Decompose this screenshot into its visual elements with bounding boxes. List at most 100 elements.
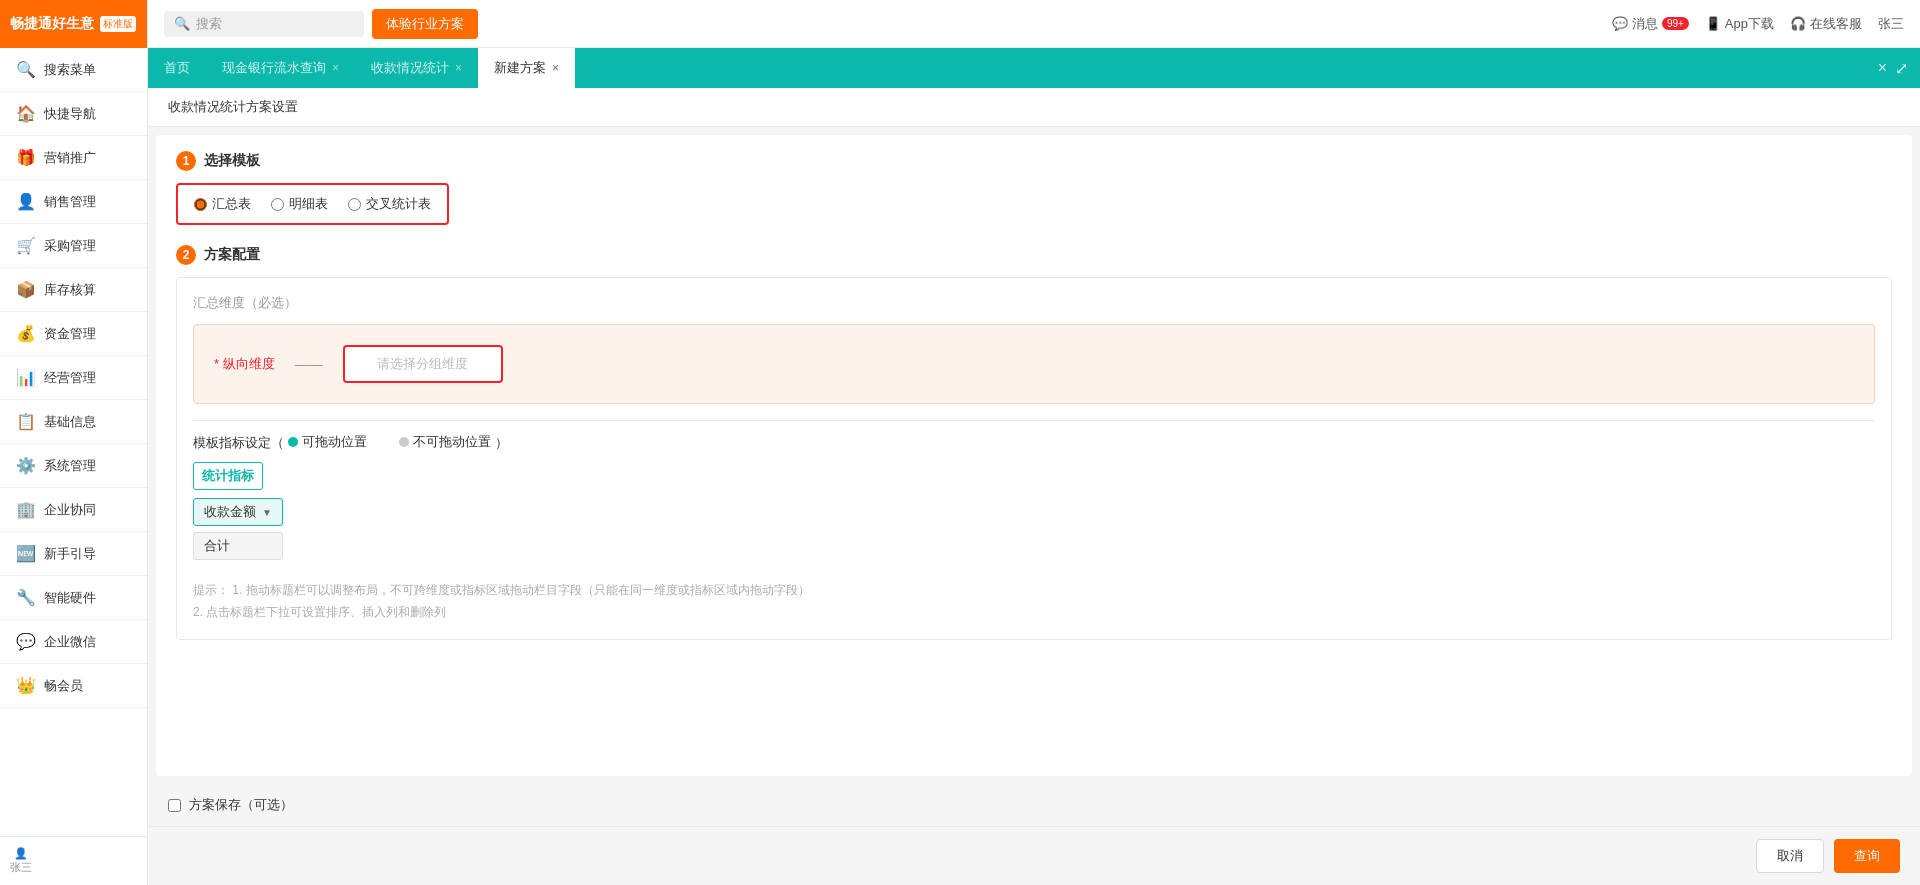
radio-cross-input[interactable]	[348, 198, 361, 211]
vertical-dim-label: * 纵向维度	[214, 355, 275, 373]
sidebar-item-quick-nav[interactable]: 🏠快捷导航	[0, 92, 147, 136]
logo-badge: 标准版	[100, 16, 136, 32]
step1-section: 1 选择模板 汇总表 明细表 交叉统计表	[176, 151, 1892, 225]
sales-icon: 👤	[16, 192, 36, 211]
tabs-bar: 首页现金银行流水查询×收款情况统计×新建方案× × ⤢	[148, 48, 1920, 88]
basic-info-icon: 📋	[16, 412, 36, 431]
radio-detail-input[interactable]	[271, 198, 284, 211]
no-drag-badge: 不可拖动位置	[399, 433, 491, 451]
sidebar-item-label-sales: 销售管理	[44, 193, 96, 211]
query-button[interactable]: 查询	[1834, 839, 1900, 873]
download-item[interactable]: 📱 App下载	[1705, 15, 1774, 33]
sidebar-logo: 畅捷通好生意 标准版	[0, 0, 147, 48]
sidebar-item-hardware[interactable]: 🔧智能硬件	[0, 576, 147, 620]
tab-receipt-stats[interactable]: 收款情况统计 ×	[355, 48, 478, 88]
tab-close-receipt-stats[interactable]: ×	[455, 61, 462, 75]
sidebar-item-label-finance: 资金管理	[44, 325, 96, 343]
sidebar: 畅捷通好生意 标准版 🔍 搜索菜单 🏠快捷导航🎁营销推广 👤 销售管理 🛒 采购管理 📦库存核…	[0, 0, 148, 885]
tab-bank-flow[interactable]: 现金银行流水查询×	[206, 48, 355, 88]
divider	[193, 420, 1875, 421]
hardware-icon: 🔧	[16, 588, 36, 607]
sidebar-item-marketing[interactable]: 🎁营销推广	[0, 136, 147, 180]
indicators-config-text: 模板指标设定（ 可拖动位置 不可拖动位置 ）	[193, 433, 508, 452]
logo-text: 畅捷通好生意	[10, 15, 94, 33]
page-header: 收款情况统计方案设置	[148, 88, 1920, 127]
radio-summary-input[interactable]	[194, 198, 207, 211]
message-item[interactable]: 💬 消息 99+	[1612, 15, 1689, 33]
service-icon: 🎧	[1790, 16, 1806, 31]
sidebar-item-basic-info[interactable]: 📋基础信息	[0, 400, 147, 444]
sidebar-item-operation[interactable]: 📊经营管理	[0, 356, 147, 400]
indicator-subtag-total: 合计	[193, 532, 283, 560]
service-item[interactable]: 🎧 在线客服	[1790, 15, 1862, 33]
sidebar-item-sales[interactable]: 👤 销售管理	[0, 180, 147, 224]
tab-close-new-plan[interactable]: ×	[552, 61, 559, 75]
sidebar-item-enterprise[interactable]: 🏢企业协同	[0, 488, 147, 532]
indicator-tag-amount[interactable]: 收款金额 ▼	[193, 498, 283, 526]
wechat-icon: 💬	[16, 632, 36, 651]
radio-detail[interactable]: 明细表	[271, 195, 328, 213]
radio-cross[interactable]: 交叉统计表	[348, 195, 431, 213]
message-badge: 99+	[1662, 17, 1689, 30]
sidebar-item-label-quick-nav: 快捷导航	[44, 105, 96, 123]
dim-select-box[interactable]: 请选择分组维度	[343, 345, 503, 383]
draggable-badge: 可拖动位置	[288, 433, 367, 451]
sidebar-item-search-menu[interactable]: 🔍 搜索菜单	[0, 48, 147, 92]
search-menu-icon: 🔍	[16, 60, 36, 79]
user-name-item[interactable]: 张三	[1878, 15, 1904, 33]
search-bar[interactable]: 🔍 搜索	[164, 11, 364, 37]
radio-summary[interactable]: 汇总表	[194, 195, 251, 213]
drag-dot	[288, 437, 298, 447]
sidebar-item-guide[interactable]: 🆕 新手引导	[0, 532, 147, 576]
sidebar-item-label-guide: 新手引导	[44, 545, 96, 563]
tab-home[interactable]: 首页	[148, 48, 206, 88]
summary-dim-label: 汇总维度（必选）	[193, 294, 1875, 312]
content-area: 收款情况统计方案设置 1 选择模板 汇总表 明细表	[148, 88, 1920, 885]
sidebar-item-finance[interactable]: 💰 资金管理	[0, 312, 147, 356]
config-section: 汇总维度（必选） * 纵向维度 —— 请选择分组维度 模板指标设定（	[176, 277, 1892, 640]
main-area: 🔍 搜索 体验行业方案 💬 消息 99+ 📱 App下载 🎧 在线客服 张三	[148, 0, 1920, 885]
sidebar-item-wechat[interactable]: 💬 企业微信	[0, 620, 147, 664]
guide-icon: 🆕	[16, 544, 36, 563]
stats-indicators-block: 统计指标 收款金额 ▼ 合计	[193, 462, 283, 560]
inventory-icon: 📦	[16, 280, 36, 299]
sidebar-item-label-search-menu: 搜索菜单	[44, 61, 96, 79]
indicator-tag-label: 收款金额	[204, 503, 256, 521]
trial-button[interactable]: 体验行业方案	[372, 9, 478, 39]
step1-title: 选择模板	[204, 152, 260, 170]
footer-buttons: 取消 查询	[148, 826, 1920, 885]
sidebar-item-member[interactable]: 👑畅会员	[0, 664, 147, 708]
system-icon: ⚙️	[16, 456, 36, 475]
operation-icon: 📊	[16, 368, 36, 387]
step2-number: 2	[176, 245, 196, 265]
indicator-tags: 收款金额 ▼ 合计	[193, 498, 283, 560]
save-checkbox[interactable]	[168, 799, 181, 812]
sidebar-item-label-purchase: 采购管理	[44, 237, 96, 255]
no-drag-dot	[399, 437, 409, 447]
sidebar-item-inventory[interactable]: 📦库存核算	[0, 268, 147, 312]
sidebar-item-label-marketing: 营销推广	[44, 149, 96, 167]
cancel-button[interactable]: 取消	[1756, 839, 1824, 873]
finance-icon: 💰	[16, 324, 36, 343]
sidebar-item-purchase[interactable]: 🛒 采购管理	[0, 224, 147, 268]
user-name: 张三	[1878, 15, 1904, 33]
tip-1: 提示： 1. 拖动标题栏可以调整布局，不可跨维度或指标区域拖动栏目字段（只能在同…	[193, 580, 1875, 602]
sidebar-item-label-wechat: 企业微信	[44, 633, 96, 651]
purchase-icon: 🛒	[16, 236, 36, 255]
tab-new-plan[interactable]: 新建方案×	[478, 48, 575, 88]
indicators-grid: 统计指标 收款金额 ▼ 合计	[193, 462, 1875, 560]
search-icon: 🔍	[174, 16, 190, 31]
sidebar-bottom-user[interactable]: 👤 张三	[10, 847, 32, 875]
window-close-btn[interactable]: ×	[1878, 59, 1887, 77]
sidebar-item-label-member: 畅会员	[44, 677, 83, 695]
step1-number: 1	[176, 151, 196, 171]
tab-close-bank-flow[interactable]: ×	[332, 61, 339, 75]
message-label: 消息	[1632, 15, 1658, 33]
sidebar-item-system[interactable]: ⚙️系统管理	[0, 444, 147, 488]
window-expand-btn[interactable]: ⤢	[1895, 59, 1908, 78]
header-right: 💬 消息 99+ 📱 App下载 🎧 在线客服 张三	[1612, 15, 1904, 33]
radio-cross-label: 交叉统计表	[366, 195, 431, 213]
tab-label-receipt-stats: 收款情况统计	[371, 59, 449, 77]
header-left: 🔍 搜索 体验行业方案	[164, 9, 478, 39]
tips-section: 提示： 1. 拖动标题栏可以调整布局，不可跨维度或指标区域拖动栏目字段（只能在同…	[193, 580, 1875, 623]
